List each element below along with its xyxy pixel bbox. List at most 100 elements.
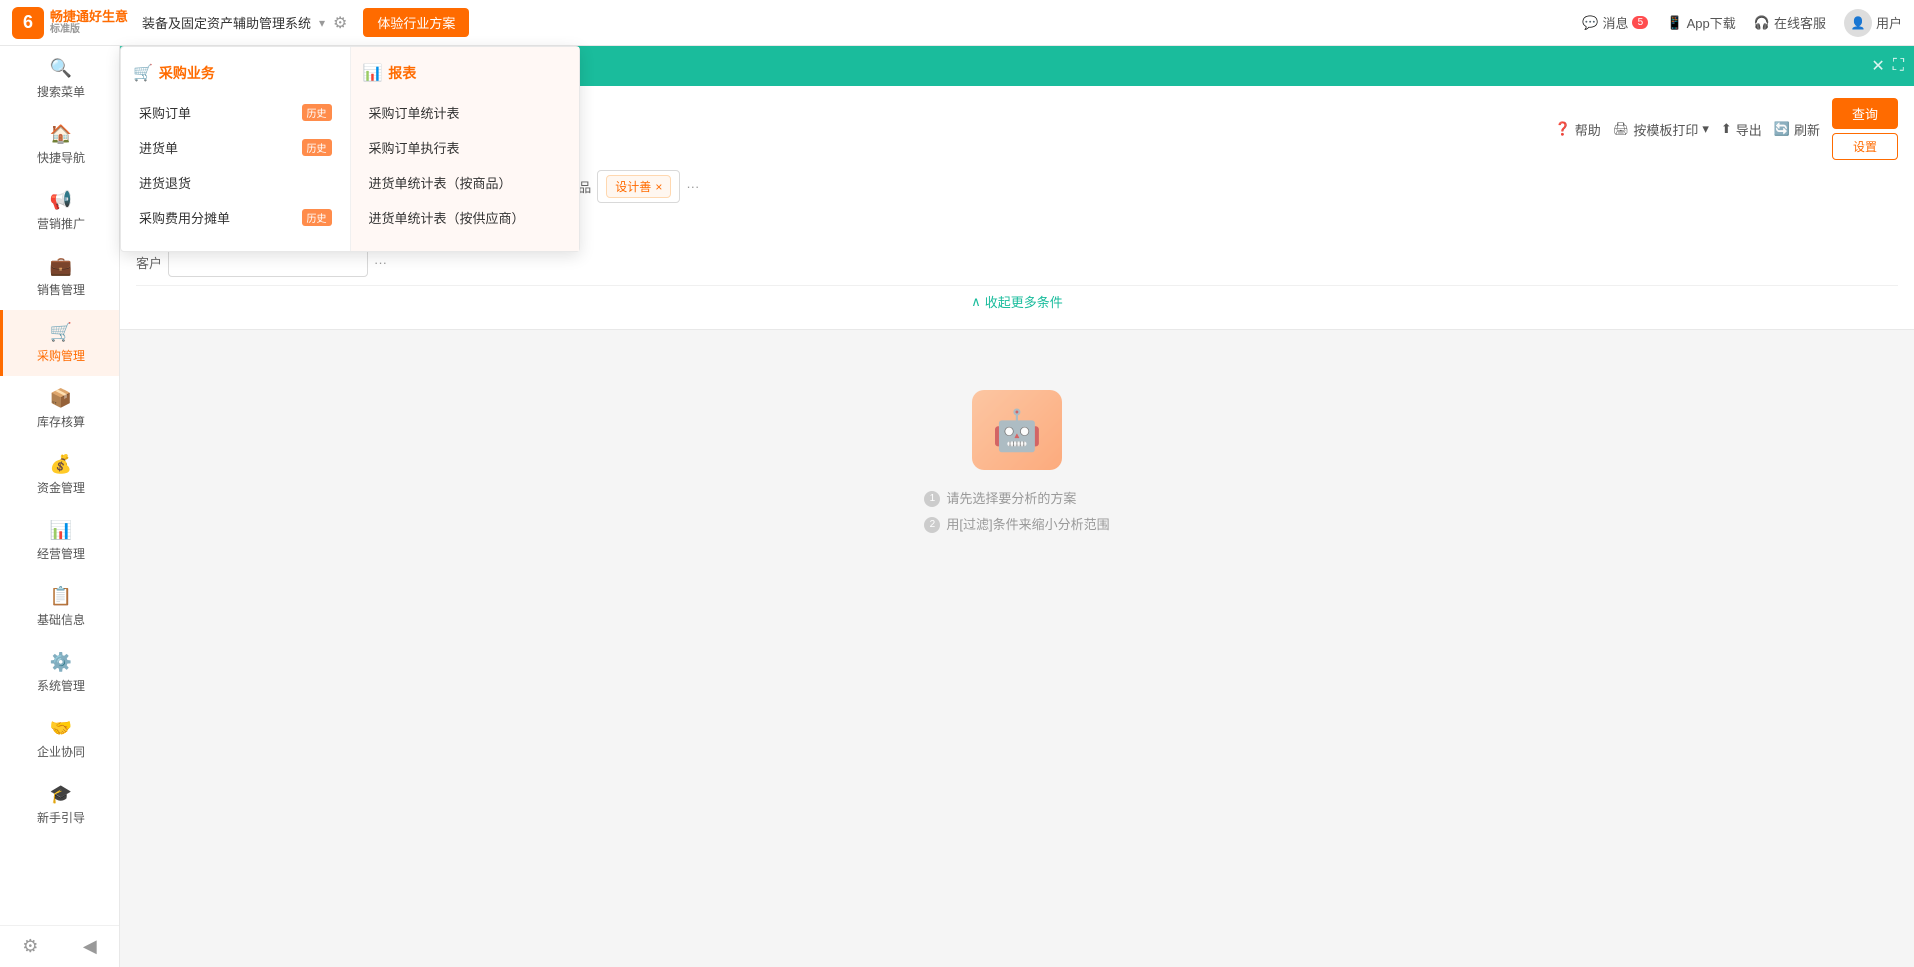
customer-select[interactable]: [168, 248, 368, 277]
purchase-title-icon: 🛒: [133, 63, 153, 83]
sidebar-label-sales: 销售管理: [37, 281, 85, 298]
sidebar-label-finance: 资金管理: [37, 479, 85, 496]
incoming-label: 进货单: [139, 138, 178, 157]
cart-icon: 🛒: [50, 322, 72, 343]
print-icon: 🖨: [1613, 121, 1630, 137]
settings-btn[interactable]: 设置: [1832, 133, 1898, 160]
report-title: 📊 报表: [363, 63, 568, 83]
home-icon: 🏠: [50, 124, 72, 145]
goods-tag-close[interactable]: ×: [655, 180, 662, 194]
filter-row-3: 客户 ···: [136, 248, 1898, 277]
header-right: 💬 消息 5 📱 App下载 🎧 在线客服 👤 用户: [1582, 9, 1902, 37]
print-btn[interactable]: 🖨 按模板打印 ▾: [1613, 120, 1709, 139]
user-btn[interactable]: 👤 用户: [1844, 9, 1902, 37]
report-title-icon: 📊: [363, 63, 383, 83]
purchase-title-label: 采购业务: [159, 63, 215, 83]
purchase-order-label: 采购订单: [139, 103, 191, 122]
system-title: 装备及固定资产辅助管理系统: [142, 13, 311, 32]
empty-tips: 1 请先选择要分析的方案 2 用[过滤]条件来缩小分析范围: [924, 486, 1109, 538]
tip-text-2: 用[过滤]条件来缩小分析范围: [946, 512, 1109, 538]
sidebar-label-inventory: 库存核算: [37, 413, 85, 430]
print-dropdown-icon[interactable]: ▾: [1702, 121, 1709, 137]
user-avatar: 👤: [1844, 9, 1872, 37]
empty-robot-icon: 🤖: [972, 390, 1062, 470]
app-download-btn[interactable]: 📱 App下载: [1666, 13, 1735, 32]
customer-placeholder: [177, 253, 190, 272]
dropdown-item-cost[interactable]: 采购费用分摊单 历史: [133, 200, 338, 235]
dropdown-item-incoming-by-goods[interactable]: 进货单统计表（按商品）: [363, 165, 568, 200]
dropdown-item-order-exec[interactable]: 采购订单执行表: [363, 130, 568, 165]
sidebar-item-inventory[interactable]: 📦 库存核算: [0, 376, 119, 442]
sidebar-item-system[interactable]: ⚙️ 系统管理: [0, 640, 119, 706]
goods-tag: 设计善 ×: [606, 175, 671, 198]
export-icon: ⬆: [1721, 121, 1732, 137]
goods-filter: 商品 设计善 × ···: [565, 170, 699, 203]
app-download-label: App下载: [1687, 13, 1736, 32]
sidebar-settings-btn[interactable]: ⚙: [22, 936, 38, 957]
sidebar-label-marketing: 营销推广: [37, 215, 85, 232]
refresh-btn[interactable]: 🔄 刷新: [1774, 120, 1820, 139]
purchase-business-col: 🛒 采购业务 采购订单 历史 进货单 历史 进货退货 采购费用分摊单 历史: [121, 47, 350, 251]
industry-btn[interactable]: 体验行业方案: [363, 8, 469, 37]
online-service-btn[interactable]: 🎧 在线客服: [1754, 13, 1826, 32]
sidebar-item-purchase[interactable]: 🛒 采购管理: [0, 310, 119, 376]
dropdown-item-purchase-order[interactable]: 采购订单 历史: [133, 95, 338, 130]
tip-num-1: 1: [924, 491, 940, 507]
briefcase-icon: 💼: [50, 256, 72, 277]
cost-history: 历史: [302, 209, 332, 226]
sidebar-item-sales[interactable]: 💼 销售管理: [0, 244, 119, 310]
goods-select[interactable]: 设计善 ×: [597, 170, 680, 203]
sidebar-item-basicinfo[interactable]: 📋 基础信息: [0, 574, 119, 640]
dropdown-item-incoming[interactable]: 进货单 历史: [133, 130, 338, 165]
export-btn[interactable]: ⬆ 导出: [1721, 120, 1762, 139]
dropdown-item-incoming-by-supplier[interactable]: 进货单统计表（按供应商）: [363, 200, 568, 235]
money-icon: 💰: [50, 454, 72, 475]
order-exec-label: 采购订单执行表: [369, 138, 460, 157]
dropdown-item-return[interactable]: 进货退货: [133, 165, 338, 200]
sidebar-bottom: ⚙ ◀: [0, 925, 119, 967]
sidebar-item-quicknav[interactable]: 🏠 快捷导航: [0, 112, 119, 178]
logo-icon: 6: [12, 7, 44, 39]
chart-icon: 📊: [50, 520, 72, 541]
query-btn[interactable]: 查询: [1832, 98, 1898, 129]
sidebar-item-search[interactable]: 🔍 搜索菜单: [0, 46, 119, 112]
message-icon: 💬: [1582, 15, 1598, 31]
logo-text: 畅捷通好生意 标准版: [50, 9, 128, 37]
help-btn[interactable]: ❓ 帮助: [1555, 120, 1601, 139]
message-badge: 5: [1632, 16, 1648, 29]
purchase-business-title: 🛒 采购业务: [133, 63, 338, 83]
message-btn[interactable]: 💬 消息 5: [1582, 13, 1648, 32]
clipboard-icon: 📋: [50, 586, 72, 607]
sidebar-item-finance[interactable]: 💰 资金管理: [0, 442, 119, 508]
sidebar-label-basicinfo: 基础信息: [37, 611, 85, 628]
empty-illustration: 🤖: [972, 390, 1062, 470]
customer-more-icon[interactable]: ···: [374, 255, 387, 270]
sidebar-item-operations[interactable]: 📊 经营管理: [0, 508, 119, 574]
sidebar-collapse-btn[interactable]: ◀: [83, 936, 97, 957]
message-label: 消息: [1602, 13, 1628, 32]
tab-close-all-icon[interactable]: ✕: [1871, 56, 1884, 76]
sidebar-item-newbie[interactable]: 🎓 新手引导: [0, 772, 119, 838]
title-dropdown-icon[interactable]: ▾: [319, 16, 325, 30]
dropdown-item-order-stat[interactable]: 采购订单统计表: [363, 95, 568, 130]
tab-expand-icon[interactable]: ⛶: [1893, 57, 1904, 75]
sidebar-label-system: 系统管理: [37, 677, 85, 694]
gear-icon[interactable]: ⚙: [333, 13, 347, 33]
tab-bar-right: ✕ ⛶: [1871, 56, 1914, 76]
report-col: 📊 报表 采购订单统计表 采购订单执行表 进货单统计表（按商品） 进货单统计表（…: [350, 47, 580, 251]
collapse-btn[interactable]: ∧ 收起更多条件: [136, 285, 1898, 317]
system-title-area: 装备及固定资产辅助管理系统 ▾ ⚙ 体验行业方案: [132, 8, 1582, 37]
handshake-icon: 🤝: [50, 718, 72, 739]
cost-label: 采购费用分摊单: [139, 208, 230, 227]
sidebar-item-marketing[interactable]: 📢 营销推广: [0, 178, 119, 244]
sidebar-label-operations: 经营管理: [37, 545, 85, 562]
customer-label: 客户: [136, 253, 162, 272]
purchase-dropdown-menu: 🛒 采购业务 采购订单 历史 进货单 历史 进货退货 采购费用分摊单 历史 📊 …: [120, 46, 580, 252]
goods-more-icon[interactable]: ···: [686, 179, 699, 194]
help-icon: ❓: [1555, 121, 1571, 137]
sidebar: 🔍 搜索菜单 🏠 快捷导航 📢 营销推广 💼 销售管理 🛒 采购管理 📦 库存核…: [0, 46, 120, 967]
collapse-label: 收起更多条件: [985, 292, 1063, 311]
tip-text-1: 请先选择要分析的方案: [946, 486, 1076, 512]
empty-tip-1: 1 请先选择要分析的方案: [924, 486, 1109, 512]
sidebar-item-enterprise[interactable]: 🤝 企业协同: [0, 706, 119, 772]
